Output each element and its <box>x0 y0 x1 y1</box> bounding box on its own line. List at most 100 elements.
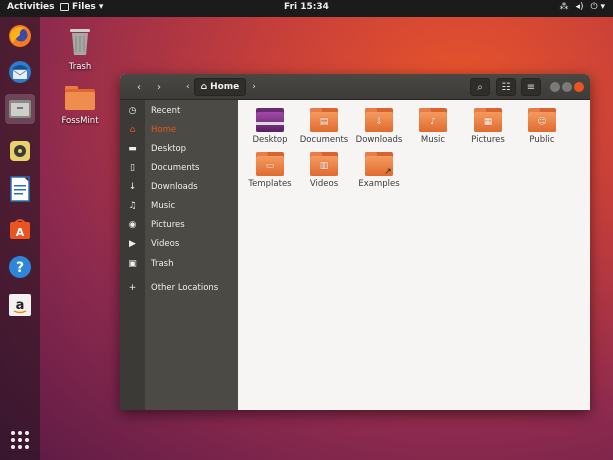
folder-pictures[interactable]: ▦ Pictures <box>460 108 516 145</box>
sidebar-item-music[interactable]: ♫ Music <box>120 197 238 215</box>
sidebar-item-documents[interactable]: ▯ Documents <box>120 159 238 177</box>
folder-icon <box>55 86 105 113</box>
amazon-icon[interactable]: a <box>5 290 35 320</box>
folder-templates[interactable]: ▭ Templates <box>242 152 298 189</box>
sidebar-item-videos[interactable]: ▶ Videos <box>120 235 238 253</box>
sidebar-item-recent[interactable]: ◷ Recent <box>120 102 238 120</box>
folder-desktop[interactable]: Desktop <box>242 108 298 145</box>
help-icon[interactable]: ? <box>5 252 35 282</box>
sidebar-item-label: Desktop <box>151 144 187 154</box>
back-icon: ‹ <box>137 81 141 93</box>
folder-icon: ☺ <box>528 108 556 132</box>
folder-examples[interactable]: ↗ Examples <box>351 152 407 189</box>
close-button[interactable] <box>574 82 584 92</box>
dock: A ? a <box>0 17 40 460</box>
recent-icon: ◷ <box>128 106 137 116</box>
sidebar-item-desktop[interactable]: ▬ Desktop <box>120 140 238 158</box>
sidebar-item-label: Downloads <box>151 182 198 192</box>
folder-downloads[interactable]: ⇩ Downloads <box>351 108 407 145</box>
folder-icon <box>256 108 284 132</box>
sidebar-item-home[interactable]: ⌂ Home <box>120 121 238 139</box>
sidebar: ◷ Recent ⌂ Home ▬ Desktop ▯ Documents ↓ … <box>120 100 238 410</box>
thunderbird-icon[interactable] <box>5 57 35 87</box>
path-crumb-label: Home <box>210 82 240 92</box>
path-crumb-home[interactable]: ⌂ Home <box>193 78 247 96</box>
files-window: ‹ › ‹ ⌂ Home › ⌕ ☷ ≡ ◷ Recent ⌂ Home ▬ D… <box>120 74 590 410</box>
folder-music[interactable]: ♪ Music <box>405 108 461 145</box>
software-glyph: A <box>16 226 25 239</box>
show-applications-icon[interactable] <box>11 431 29 449</box>
back-button[interactable]: ‹ <box>128 78 150 96</box>
sidebar-item-downloads[interactable]: ↓ Downloads <box>120 178 238 196</box>
folder-icon: ▦ <box>474 108 502 132</box>
folder-documents[interactable]: ▤ Documents <box>296 108 352 145</box>
file-label: Examples <box>358 179 400 189</box>
document-icon: ▯ <box>130 163 135 173</box>
folder-icon: ▤ <box>310 108 338 132</box>
file-label: Videos <box>309 179 339 189</box>
volume-icon[interactable]: ◂) <box>575 2 583 12</box>
folder-icon: ▭ <box>256 152 284 176</box>
sidebar-item-trash[interactable]: ▣ Trash <box>120 255 238 273</box>
folder-icon: ▥ <box>310 152 338 176</box>
sidebar-item-label: Recent <box>151 106 181 116</box>
network-icon[interactable]: ⁂ <box>559 2 568 12</box>
folder-videos[interactable]: ▥ Videos <box>296 152 352 189</box>
video-icon: ▶ <box>129 239 136 249</box>
app-menu-label: Files ▾ <box>72 2 104 12</box>
app-menu[interactable]: Files ▾ <box>60 2 103 12</box>
desktop-icon: ▬ <box>128 144 137 154</box>
sidebar-item-other-locations[interactable]: + Other Locations <box>120 279 238 297</box>
download-emblem-icon: ⇩ <box>375 117 383 127</box>
minimize-button[interactable] <box>550 82 560 92</box>
path-scroll-left[interactable]: ‹ <box>182 82 194 92</box>
music-icon: ♫ <box>128 201 137 211</box>
plus-icon: + <box>128 283 137 293</box>
activities-button[interactable]: Activities <box>7 2 55 12</box>
home-icon: ⌂ <box>129 125 136 135</box>
help-glyph: ? <box>16 260 24 276</box>
files-app-icon <box>60 3 69 11</box>
search-button[interactable]: ⌕ <box>470 78 490 96</box>
menu-button[interactable]: ≡ <box>521 78 541 96</box>
file-label: Music <box>420 135 446 145</box>
file-label: Templates <box>248 179 292 189</box>
desktop-icon-label: FossMint <box>61 116 99 126</box>
writer-icon[interactable] <box>5 174 35 204</box>
sidebar-item-label: Documents <box>151 163 200 173</box>
clock[interactable]: Fri 15:34 <box>284 2 329 12</box>
sidebar-item-label: Pictures <box>151 220 185 230</box>
desktop-trash[interactable]: Trash <box>55 26 105 72</box>
file-view[interactable]: Desktop ▤ Documents ⇩ Downloads ♪ Music … <box>238 100 590 410</box>
file-label: Desktop <box>252 135 288 145</box>
film-emblem-icon: ▥ <box>319 161 329 171</box>
camera-emblem-icon: ▦ <box>483 117 493 127</box>
sidebar-item-pictures[interactable]: ◉ Pictures <box>120 216 238 234</box>
folder-public[interactable]: ☺ Public <box>514 108 570 145</box>
search-icon: ⌕ <box>477 81 483 93</box>
sidebar-item-label: Trash <box>151 259 174 269</box>
folder-icon: ⇩ <box>365 108 393 132</box>
file-label: Downloads <box>355 135 403 145</box>
desktop-folder-fossmint[interactable]: FossMint <box>55 86 105 126</box>
documents-emblem-icon: ▤ <box>319 117 329 127</box>
files-icon[interactable] <box>5 94 35 124</box>
amazon-glyph: a <box>16 298 25 313</box>
trash-icon <box>55 26 105 59</box>
maximize-button[interactable] <box>562 82 572 92</box>
system-tray[interactable]: ⁂ ◂) ⏻ ▾ <box>559 2 605 12</box>
firefox-icon[interactable] <box>5 21 35 51</box>
ubuntu-software-icon[interactable]: A <box>5 214 35 244</box>
desktop-icon-label: Trash <box>68 62 92 72</box>
camera-icon: ◉ <box>128 220 137 230</box>
sidebar-item-label: Home <box>151 125 177 135</box>
power-icon[interactable]: ⏻ ▾ <box>591 2 606 12</box>
home-icon: ⌂ <box>200 82 208 92</box>
sidebar-item-label: Videos <box>151 239 180 249</box>
view-toggle-button[interactable]: ☷ <box>496 78 516 96</box>
forward-button[interactable]: › <box>148 78 170 96</box>
hamburger-icon: ≡ <box>526 81 536 93</box>
path-scroll-right[interactable]: › <box>246 82 262 92</box>
rhythmbox-icon[interactable] <box>5 136 35 166</box>
file-label: Pictures <box>471 135 505 145</box>
